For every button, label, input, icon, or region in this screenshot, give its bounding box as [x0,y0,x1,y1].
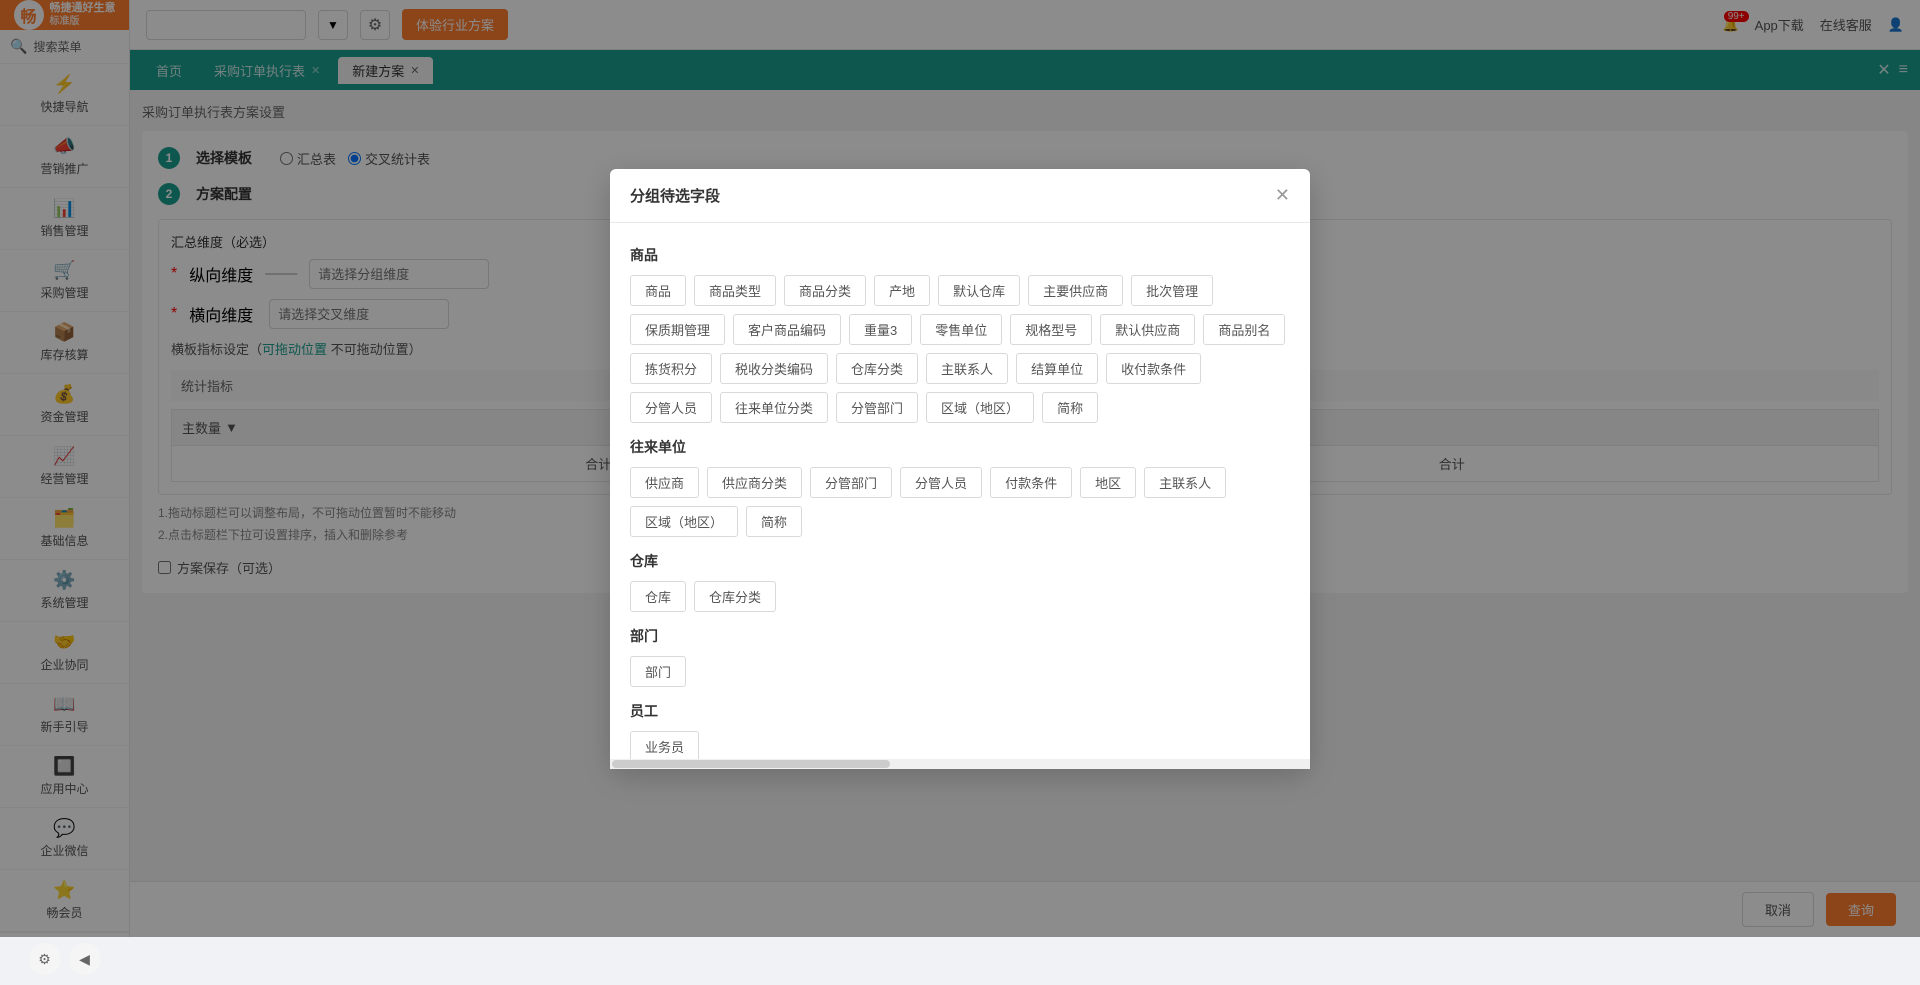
field-quyu-diqu-partner[interactable]: 区域（地区） [630,506,738,537]
field-shangpin-biemg[interactable]: 商品别名 [1203,314,1285,345]
field-cangku-fenlei2[interactable]: 仓库分类 [694,581,776,612]
field-shoufukuan-tiaojian[interactable]: 收付款条件 [1106,353,1201,384]
section-partner-fields: 供应商 供应商分类 分管部门 分管人员 付款条件 地区 主联系人 区域（地区） … [630,467,1290,537]
field-jian-jiefen[interactable]: 拣货积分 [630,353,712,384]
field-fenguanrenyuan[interactable]: 分管人员 [630,392,712,423]
field-gongyingshang-fenlei[interactable]: 供应商分类 [707,467,802,498]
field-zhuyao-gongyingshang[interactable]: 主要供应商 [1028,275,1123,306]
field-lingshou-danwei[interactable]: 零售单位 [920,314,1002,345]
field-shangpin-leixing[interactable]: 商品类型 [694,275,776,306]
modal-overlay: 分组待选字段 ✕ 商品 商品 商品类型 商品分类 产地 默认仓库 主要供应商 批… [0,0,1920,937]
field-fenguanbu-partner[interactable]: 分管部门 [810,467,892,498]
sidebar-bottom: ⚙ ◀ [0,932,129,985]
field-jiesuan-danwei[interactable]: 结算单位 [1016,353,1098,384]
section-dept-fields: 部门 [630,656,1290,687]
field-moren-gongyingshang[interactable]: 默认供应商 [1100,314,1195,345]
section-goods-title: 商品 [630,245,1290,265]
field-yewuyuan[interactable]: 业务员 [630,731,699,760]
field-zhongliang[interactable]: 重量3 [849,314,912,345]
field-jiancheng-partner[interactable]: 简称 [746,506,802,537]
field-diqu[interactable]: 地区 [1080,467,1136,498]
section-warehouse-title: 仓库 [630,551,1290,571]
field-quyu-diqu[interactable]: 区域（地区） [926,392,1034,423]
modal: 分组待选字段 ✕ 商品 商品 商品类型 商品分类 产地 默认仓库 主要供应商 批… [610,169,1310,769]
field-pici-guanli[interactable]: 批次管理 [1131,275,1213,306]
field-fukuan-tiaojian[interactable]: 付款条件 [990,467,1072,498]
section-employee-title: 员工 [630,701,1290,721]
section-goods-fields: 商品 商品类型 商品分类 产地 默认仓库 主要供应商 批次管理 保质期管理 客户… [630,275,1290,423]
field-fenguanrenyuan-partner[interactable]: 分管人员 [900,467,982,498]
section-warehouse-fields: 仓库 仓库分类 [630,581,1290,612]
field-moren-cangku[interactable]: 默认仓库 [938,275,1020,306]
modal-horizontal-scrollbar[interactable] [610,759,1310,768]
field-zhu-lianxiren-partner[interactable]: 主联系人 [1144,467,1226,498]
field-gongyingshang[interactable]: 供应商 [630,467,699,498]
field-shuishou-bianhao[interactable]: 税收分类编码 [720,353,828,384]
field-wanglaidanwei-fenlei[interactable]: 往来单位分类 [720,392,828,423]
field-shangpin-fenlei[interactable]: 商品分类 [784,275,866,306]
field-cangku[interactable]: 仓库 [630,581,686,612]
modal-close-button[interactable]: ✕ [1275,185,1290,206]
modal-body: 商品 商品 商品类型 商品分类 产地 默认仓库 主要供应商 批次管理 保质期管理… [610,223,1310,760]
section-dept-title: 部门 [630,626,1290,646]
collapse-button[interactable]: ◀ [69,943,101,975]
field-fenguanbu[interactable]: 分管部门 [836,392,918,423]
section-partner-title: 往来单位 [630,437,1290,457]
modal-header: 分组待选字段 ✕ [610,169,1310,223]
field-baozhi-guanli[interactable]: 保质期管理 [630,314,725,345]
field-chandi[interactable]: 产地 [874,275,930,306]
modal-title: 分组待选字段 [630,185,720,206]
field-kehu-bianhao[interactable]: 客户商品编码 [733,314,841,345]
modal-hscroll-thumb [612,760,890,768]
field-bumen[interactable]: 部门 [630,656,686,687]
field-guige-xinghao[interactable]: 规格型号 [1010,314,1092,345]
settings-bottom-button[interactable]: ⚙ [29,943,61,975]
field-jiancheng[interactable]: 简称 [1042,392,1098,423]
section-employee-fields: 业务员 [630,731,1290,760]
field-shangpin[interactable]: 商品 [630,275,686,306]
field-zhu-lianxiren[interactable]: 主联系人 [926,353,1008,384]
field-cangku-fenlei[interactable]: 仓库分类 [836,353,918,384]
